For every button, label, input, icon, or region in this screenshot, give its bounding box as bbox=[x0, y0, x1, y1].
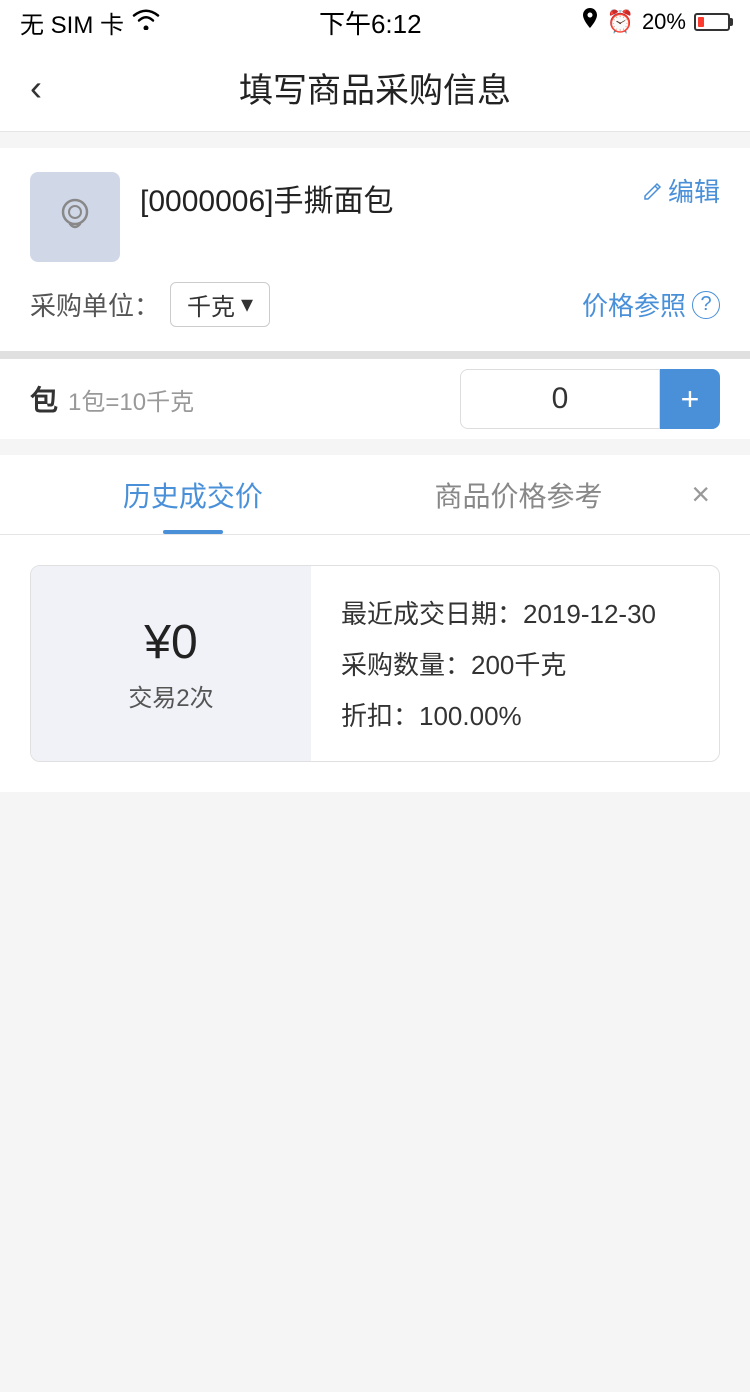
sim-text: 无 SIM 卡 bbox=[20, 5, 124, 40]
help-icon: ? bbox=[692, 291, 720, 319]
quantity-input[interactable]: 0 bbox=[460, 369, 660, 429]
tab-bar: 历史成交价 商品价格参考 × bbox=[0, 455, 750, 535]
unit-text: 采购单位： bbox=[30, 286, 160, 323]
unit-value: 千克 bbox=[187, 287, 235, 322]
quantity-detail-value: 200千克 bbox=[471, 650, 566, 680]
discount-label: 折扣： bbox=[341, 701, 419, 731]
location-icon bbox=[581, 8, 599, 36]
tab-history-price[interactable]: 历史成交价 bbox=[30, 455, 356, 534]
product-left: [0000006]手撕面包 bbox=[30, 172, 393, 262]
price-ref-label: 价格参照 bbox=[582, 286, 686, 323]
product-meta: 采购单位： 千克 ▾ 价格参照 ? bbox=[30, 282, 720, 327]
history-card-left: ¥0 交易2次 bbox=[31, 566, 311, 761]
edit-label: 编辑 bbox=[668, 172, 720, 209]
history-date-row: 最近成交日期：2019-12-30 bbox=[341, 594, 689, 631]
history-price: ¥0 bbox=[144, 615, 197, 670]
product-thumbnail bbox=[30, 172, 120, 262]
plus-icon: + bbox=[681, 381, 700, 418]
discount-value: 100.00% bbox=[419, 701, 522, 731]
status-left: 无 SIM 卡 bbox=[20, 5, 160, 40]
unit-label: 采购单位： 千克 ▾ bbox=[30, 282, 270, 327]
scroll-divider bbox=[0, 351, 750, 359]
quantity-hint: 1包=10千克 bbox=[68, 382, 460, 417]
status-right: ⏰ 20% bbox=[581, 8, 730, 36]
tab-price-reference[interactable]: 商品价格参考 bbox=[356, 455, 682, 534]
unit-dropdown[interactable]: 千克 ▾ bbox=[170, 282, 270, 327]
tab2-label: 商品价格参考 bbox=[434, 475, 602, 515]
nav-bar: ‹ 填写商品采购信息 bbox=[0, 44, 750, 132]
tab-section: 历史成交价 商品价格参考 × ¥0 交易2次 最近成交日期：2019-12-30… bbox=[0, 455, 750, 792]
dropdown-arrow-icon: ▾ bbox=[241, 290, 253, 319]
back-button[interactable]: ‹ bbox=[30, 67, 90, 109]
status-time: 下午6:12 bbox=[319, 4, 422, 41]
product-section: [0000006]手撕面包 编辑 采购单位： 千克 ▾ 价格参照 ? bbox=[0, 148, 750, 351]
currency-symbol: ¥ bbox=[144, 616, 171, 669]
history-card: ¥0 交易2次 最近成交日期：2019-12-30 采购数量：200千克 折扣：… bbox=[30, 565, 720, 762]
wifi-icon bbox=[132, 8, 160, 37]
edit-button[interactable]: 编辑 bbox=[642, 172, 720, 209]
date-value: 2019-12-30 bbox=[523, 599, 656, 629]
date-label: 最近成交日期： bbox=[341, 599, 523, 629]
quantity-label: 采购数量： bbox=[341, 650, 471, 680]
tab-content: ¥0 交易2次 最近成交日期：2019-12-30 采购数量：200千克 折扣：… bbox=[0, 535, 750, 792]
page-background bbox=[0, 792, 750, 1392]
quantity-value: 0 bbox=[552, 382, 569, 416]
history-card-right: 最近成交日期：2019-12-30 采购数量：200千克 折扣：100.00% bbox=[311, 566, 719, 761]
battery-percent: 20% bbox=[642, 9, 686, 35]
battery-icon bbox=[694, 13, 730, 31]
quantity-row: 包 1包=10千克 0 + bbox=[0, 359, 750, 439]
history-quantity-row: 采购数量：200千克 bbox=[341, 645, 689, 682]
quantity-plus-button[interactable]: + bbox=[660, 369, 720, 429]
alarm-icon: ⏰ bbox=[607, 9, 634, 35]
history-transactions: 交易2次 bbox=[128, 678, 213, 713]
tab1-label: 历史成交价 bbox=[123, 475, 263, 515]
price-value: 0 bbox=[171, 616, 198, 669]
history-discount-row: 折扣：100.00% bbox=[341, 696, 689, 733]
price-reference-button[interactable]: 价格参照 ? bbox=[582, 286, 720, 323]
quantity-unit: 包 bbox=[30, 379, 58, 419]
page-title: 填写商品采购信息 bbox=[239, 63, 511, 112]
product-header: [0000006]手撕面包 编辑 bbox=[30, 172, 720, 262]
status-bar: 无 SIM 卡 下午6:12 ⏰ 20% bbox=[0, 0, 750, 44]
product-name: [0000006]手撕面包 bbox=[140, 172, 393, 220]
tab-close-button[interactable]: × bbox=[681, 476, 720, 513]
